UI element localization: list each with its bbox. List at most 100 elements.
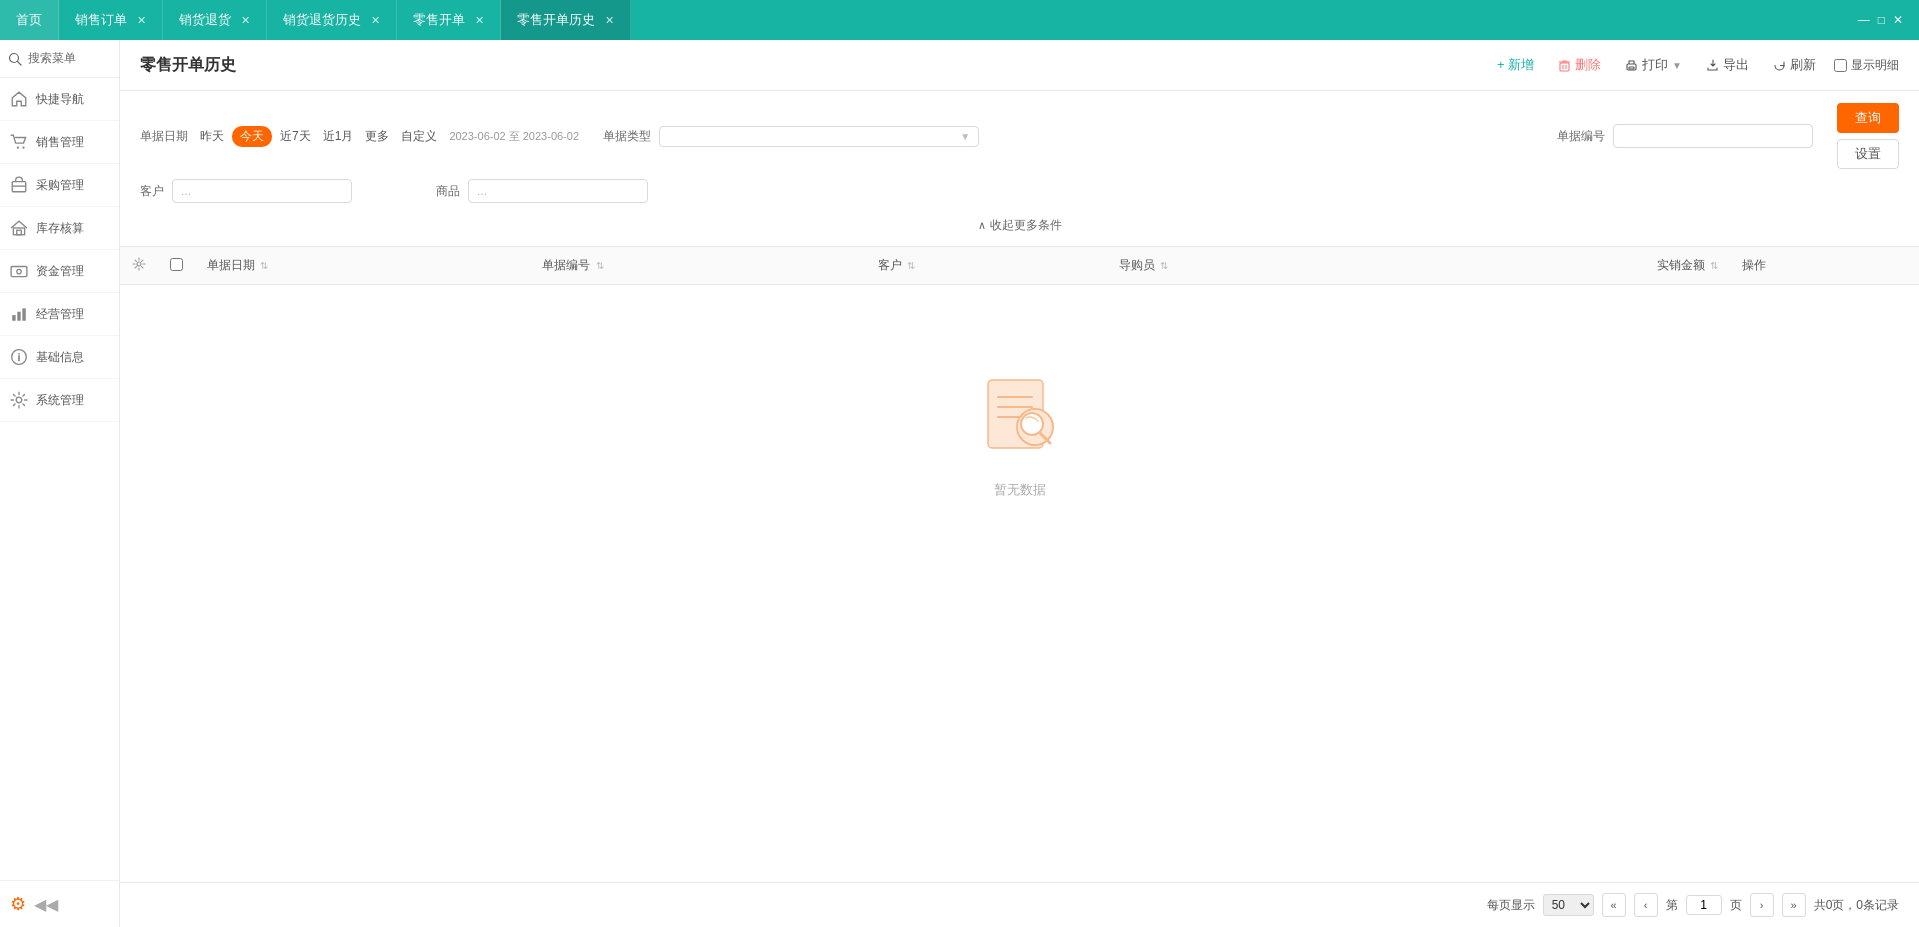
box-icon	[10, 176, 28, 194]
warehouse-icon	[10, 219, 28, 237]
close-tab-retail-open[interactable]: ✕	[475, 14, 484, 27]
date-btn-7days[interactable]: 近7天	[276, 126, 315, 147]
customer-label: 客户	[140, 183, 164, 200]
new-button[interactable]: + 新增	[1491, 52, 1540, 78]
svg-point-9	[17, 269, 22, 274]
print-icon	[1625, 59, 1638, 72]
date-btn-1month[interactable]: 近1月	[319, 126, 358, 147]
filter-goods: 商品 ...	[436, 179, 648, 203]
col-amount[interactable]: 实销金额 ⇅	[1395, 247, 1730, 285]
col-guide[interactable]: 导购员 ⇅	[1107, 247, 1395, 285]
per-page-select[interactable]: 10 20 50 100	[1543, 894, 1594, 916]
print-dropdown-icon[interactable]: ▼	[1672, 60, 1682, 71]
svg-point-23	[137, 262, 141, 266]
display-detail-check[interactable]	[1834, 59, 1847, 72]
settings-gear-btn[interactable]: ⚙	[10, 893, 26, 915]
sidebar: 搜索菜单 快捷导航 销售管理 采购管理	[0, 40, 120, 927]
filter-customer: 客户 ...	[140, 179, 352, 203]
col-doc-date[interactable]: 单据日期 ⇅	[195, 247, 530, 285]
tab-sales-return-history[interactable]: 销货退货历史 ✕	[267, 0, 397, 40]
sidebar-label-sys-mgmt: 系统管理	[36, 392, 84, 409]
tab-home[interactable]: 首页	[0, 0, 59, 40]
goods-select[interactable]: ...	[468, 179, 648, 203]
tab-retail-open-history[interactable]: 零售开单历史 ✕	[501, 0, 631, 40]
sidebar-label-inventory: 库存核算	[36, 220, 84, 237]
query-button[interactable]: 查询	[1837, 103, 1899, 133]
sidebar-item-sales-mgmt[interactable]: 销售管理	[0, 121, 119, 164]
tab-retail-open[interactable]: 零售开单 ✕	[397, 0, 501, 40]
filter-doc-type: 单据类型 ▼	[603, 126, 1533, 147]
sidebar-label-purchase-mgmt: 采购管理	[36, 177, 84, 194]
delete-button[interactable]: 删除	[1552, 52, 1607, 78]
date-btn-custom[interactable]: 自定义	[397, 126, 441, 147]
sidebar-item-basic-info[interactable]: 基础信息	[0, 336, 119, 379]
chart-icon	[10, 305, 28, 323]
action-buttons: 查询 设置	[1837, 103, 1899, 169]
filter-date: 单据日期 昨天 今天 近7天 近1月 更多 自定义 2023-06-02 至 2…	[140, 126, 579, 147]
search-icon	[8, 52, 22, 66]
export-icon	[1706, 59, 1719, 72]
tab-sales-return[interactable]: 销货退货 ✕	[163, 0, 267, 40]
settings-button[interactable]: 设置	[1837, 139, 1899, 169]
sidebar-item-purchase-mgmt[interactable]: 采购管理	[0, 164, 119, 207]
svg-point-3	[22, 147, 24, 149]
next-page-btn[interactable]: ›	[1750, 893, 1774, 917]
minimize-btn[interactable]: —	[1858, 13, 1870, 27]
print-button[interactable]: 打印 ▼	[1619, 52, 1688, 78]
date-btn-yesterday[interactable]: 昨天	[196, 126, 228, 147]
select-all-col[interactable]	[158, 247, 195, 285]
page-header: 零售开单历史 + 新增 删除 打印 ▼ 导出	[120, 40, 1919, 91]
sort-icon-guide: ⇅	[1160, 260, 1168, 271]
col-customer[interactable]: 客户 ⇅	[866, 247, 1107, 285]
svg-rect-8	[11, 267, 27, 277]
sort-icon-amount: ⇅	[1710, 260, 1718, 271]
collapse-more-btn[interactable]: ∧ 收起更多条件	[140, 213, 1899, 238]
customer-placeholder: ...	[181, 184, 191, 198]
close-tab-sales-order[interactable]: ✕	[137, 14, 146, 27]
svg-point-2	[17, 147, 19, 149]
select-all-checkbox[interactable]	[170, 258, 183, 271]
date-buttons: 昨天 今天 近7天 近1月 更多 自定义 2023-06-02 至 2023-0…	[196, 126, 579, 147]
prev-page-btn[interactable]: ‹	[1634, 893, 1658, 917]
refresh-button[interactable]: 刷新	[1767, 52, 1822, 78]
sidebar-label-finance: 资金管理	[36, 263, 84, 280]
export-btn-label: 导出	[1723, 56, 1749, 74]
col-doc-number[interactable]: 单据编号 ⇅	[530, 247, 865, 285]
empty-text: 暂无数据	[994, 481, 1046, 499]
page-title: 零售开单历史	[140, 55, 236, 76]
sidebar-item-inventory[interactable]: 库存核算	[0, 207, 119, 250]
export-button[interactable]: 导出	[1700, 52, 1755, 78]
sidebar-item-operation[interactable]: 经营管理	[0, 293, 119, 336]
close-tab-sales-return[interactable]: ✕	[241, 14, 250, 27]
doc-number-input[interactable]	[1613, 124, 1813, 148]
goods-label: 商品	[436, 183, 460, 200]
display-detail-checkbox[interactable]: 显示明细	[1834, 57, 1899, 74]
svg-rect-10	[12, 315, 15, 321]
last-page-btn[interactable]: »	[1782, 893, 1806, 917]
sidebar-item-finance[interactable]: 资金管理	[0, 250, 119, 293]
close-btn[interactable]: ✕	[1893, 13, 1903, 27]
sidebar-search[interactable]: 搜索菜单	[0, 40, 119, 78]
page-number-input[interactable]	[1686, 895, 1722, 915]
first-page-btn[interactable]: «	[1602, 893, 1626, 917]
close-tab-sales-return-history[interactable]: ✕	[371, 14, 380, 27]
customer-select[interactable]: ...	[172, 179, 352, 203]
new-btn-label: + 新增	[1497, 56, 1534, 74]
date-range-display: 2023-06-02 至 2023-06-02	[449, 129, 579, 144]
table-settings-icon	[132, 257, 146, 271]
sidebar-item-sys-mgmt[interactable]: 系统管理	[0, 379, 119, 422]
sidebar-collapse-btn[interactable]: ◀◀	[34, 895, 58, 914]
date-btn-today[interactable]: 今天	[232, 126, 272, 147]
pagination: 每页显示 10 20 50 100 « ‹ 第 页 › » 共0页，0条记录	[120, 882, 1919, 927]
doc-type-select[interactable]: ▼	[659, 126, 979, 147]
sidebar-item-quick-nav[interactable]: 快捷导航	[0, 78, 119, 121]
doc-type-label: 单据类型	[603, 128, 651, 145]
tab-sales-order[interactable]: 销售订单 ✕	[59, 0, 163, 40]
table-settings-col[interactable]	[120, 247, 158, 285]
close-tab-retail-open-history[interactable]: ✕	[605, 14, 614, 27]
filter-row-1: 单据日期 昨天 今天 近7天 近1月 更多 自定义 2023-06-02 至 2…	[140, 103, 1899, 169]
date-btn-more[interactable]: 更多	[361, 126, 393, 147]
svg-rect-22	[1629, 67, 1634, 69]
delete-btn-label: 删除	[1575, 56, 1601, 74]
maximize-btn[interactable]: □	[1878, 13, 1885, 27]
